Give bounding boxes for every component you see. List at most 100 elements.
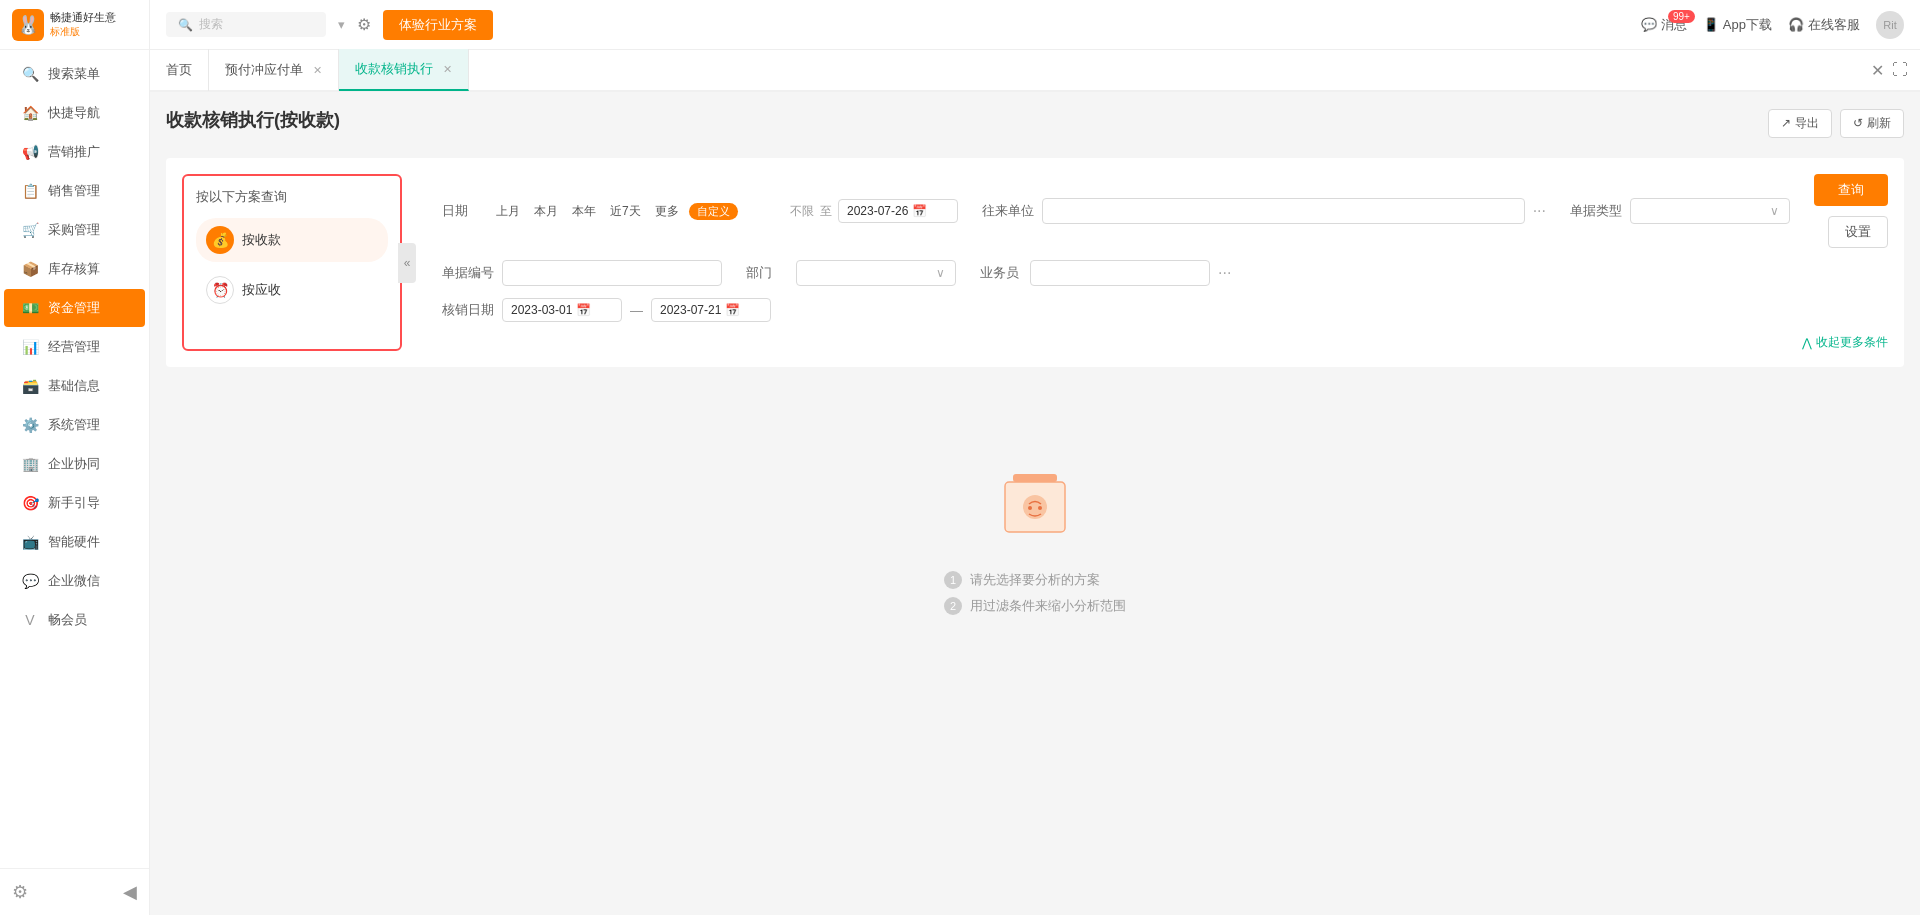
filter-option-by-payable[interactable]: ⏰ 按应收 (196, 268, 388, 312)
sidebar-item-guide[interactable]: 🎯 新手引导 (4, 484, 145, 522)
refresh-button[interactable]: ↺ 刷新 (1840, 109, 1904, 138)
verify-cal-from-icon: 📅 (576, 303, 591, 317)
staff-input[interactable] (1030, 260, 1210, 286)
query-button[interactable]: 查询 (1814, 174, 1888, 206)
collapse-filter-button[interactable]: « (398, 243, 416, 283)
sidebar-item-search[interactable]: 🔍 搜索菜单 (4, 55, 145, 93)
sidebar-item-quick-nav[interactable]: 🏠 快捷导航 (4, 94, 145, 132)
sidebar-item-marketing[interactable]: 📢 营销推广 (4, 133, 145, 171)
export-icon: ↗ (1781, 116, 1791, 130)
sidebar-footer: ⚙ ◀ (0, 868, 149, 915)
inventory-icon: 📦 (20, 261, 40, 277)
empty-tip-1: 1 请先选择要分析的方案 (944, 571, 1126, 589)
svg-rect-1 (1013, 474, 1057, 482)
sidebar-item-hardware[interactable]: 📺 智能硬件 (4, 523, 145, 561)
operation-icon: 📊 (20, 339, 40, 355)
query-settings-group: 查询 设置 (1814, 174, 1888, 248)
date-shortcuts-group: 上月 本月 本年 近7天 更多 自定义 (492, 201, 738, 222)
export-button[interactable]: ↗ 导出 (1768, 109, 1832, 138)
verify-date-from-input[interactable]: 2023-03-01 📅 (502, 298, 622, 322)
this-year-btn[interactable]: 本年 (568, 201, 600, 222)
payable-option-label: 按应收 (242, 281, 281, 299)
search-placeholder: 搜索 (199, 16, 223, 33)
tab-receipt[interactable]: 收款核销执行 ✕ (339, 49, 469, 91)
tab-prepay[interactable]: 预付冲应付单 ✕ (209, 49, 339, 91)
sidebar-item-wechat[interactable]: 💬 企业微信 (4, 562, 145, 600)
guide-icon: 🎯 (20, 495, 40, 511)
empty-state: 1 请先选择要分析的方案 2 用过滤条件来缩小分析范围 (166, 367, 1904, 707)
collapse-sidebar-icon[interactable]: ◀ (123, 881, 137, 903)
collapse-more-button[interactable]: ⋀ 收起更多条件 (1802, 334, 1888, 351)
purchase-icon: 🛒 (20, 222, 40, 238)
sidebar-item-enterprise[interactable]: 🏢 企业协同 (4, 445, 145, 483)
system-icon: ⚙️ (20, 417, 40, 433)
receipt-option-label: 按收款 (242, 231, 281, 249)
app-icon: 📱 (1703, 17, 1719, 32)
sidebar-item-inventory[interactable]: 📦 库存核算 (4, 250, 145, 288)
sidebar-item-operation[interactable]: 📊 经营管理 (4, 328, 145, 366)
export-label: 导出 (1795, 115, 1819, 132)
verify-date-to-input[interactable]: 2023-07-21 📅 (651, 298, 771, 322)
voucher-type-arrow: ∨ (1770, 204, 1779, 218)
staff-dots[interactable]: ··· (1218, 264, 1231, 282)
partner-input[interactable] (1042, 198, 1525, 224)
sidebar-item-base-info[interactable]: 🗃️ 基础信息 (4, 367, 145, 405)
verify-date-label: 核销日期 (442, 301, 494, 319)
solution-button[interactable]: 体验行业方案 (383, 10, 493, 40)
verify-date-from-value: 2023-03-01 (511, 303, 572, 317)
marketing-icon: 📢 (20, 144, 40, 160)
dropdown-icon[interactable]: ▾ (338, 17, 345, 32)
refresh-icon: ↺ (1853, 116, 1863, 130)
sidebar-item-label: 系统管理 (48, 416, 100, 434)
sidebar-item-member[interactable]: V 畅会员 (4, 601, 145, 639)
tip-text-2: 用过滤条件来缩小分析范围 (970, 597, 1126, 615)
voucher-type-select[interactable]: ∨ (1630, 198, 1790, 224)
last-7days-btn[interactable]: 近7天 (606, 201, 645, 222)
date-to-value: 2023-07-26 (847, 204, 908, 218)
partner-dots[interactable]: ··· (1533, 202, 1546, 220)
app-download-link[interactable]: 📱 App下载 (1703, 16, 1772, 34)
sales-icon: 📋 (20, 183, 40, 199)
expand-tab-button[interactable]: ⛶ (1892, 61, 1908, 79)
custom-date-badge[interactable]: 自定义 (689, 203, 738, 220)
collapse-more-icon: ⋀ (1802, 336, 1812, 350)
search-icon: 🔍 (20, 66, 40, 82)
settings-button[interactable]: 设置 (1828, 216, 1888, 248)
sidebar-item-finance[interactable]: 💵 资金管理 (4, 289, 145, 327)
payable-option-icon: ⏰ (206, 276, 234, 304)
sidebar-item-sales[interactable]: 📋 销售管理 (4, 172, 145, 210)
quick-nav-icon: 🏠 (20, 105, 40, 121)
receipt-tab-close-icon[interactable]: ✕ (443, 63, 452, 76)
filter-actions-row: ⋀ 收起更多条件 (442, 334, 1888, 351)
page-toolbar: ↗ 导出 ↺ 刷新 (1768, 109, 1904, 138)
filter-option-by-receipt[interactable]: 💰 按收款 (196, 218, 388, 262)
close-tab-button[interactable]: ✕ (1871, 61, 1884, 80)
collapse-more-label: 收起更多条件 (1816, 334, 1888, 351)
online-service-link[interactable]: 🎧 在线客服 (1788, 16, 1860, 34)
top-header: 🔍 搜索 ▾ ⚙ 体验行业方案 💬 消息 99+ 📱 App下载 🎧 在线客服 (150, 0, 1920, 50)
sidebar-item-label: 采购管理 (48, 221, 100, 239)
gear-icon[interactable]: ⚙ (357, 15, 371, 34)
enterprise-icon: 🏢 (20, 456, 40, 472)
tab-bar-actions: ✕ ⛶ (1871, 61, 1920, 80)
svg-point-3 (1028, 506, 1032, 510)
date-nolimit-group: 不限 至 2023-07-26 📅 (790, 199, 958, 223)
date-to-input[interactable]: 2023-07-26 📅 (838, 199, 958, 223)
prepay-tab-close-icon[interactable]: ✕ (313, 64, 322, 77)
search-box[interactable]: 🔍 搜索 (166, 12, 326, 37)
dept-select[interactable]: ∨ (796, 260, 956, 286)
tab-home[interactable]: 首页 (150, 49, 209, 91)
sidebar-item-purchase[interactable]: 🛒 采购管理 (4, 211, 145, 249)
this-month-btn[interactable]: 本月 (530, 201, 562, 222)
settings-gear-icon[interactable]: ⚙ (12, 881, 28, 903)
filter-panel-title: 按以下方案查询 (196, 188, 388, 206)
message-button[interactable]: 💬 消息 99+ (1641, 16, 1687, 34)
sidebar-item-system[interactable]: ⚙️ 系统管理 (4, 406, 145, 444)
voucher-no-input[interactable] (502, 260, 722, 286)
user-avatar[interactable]: Rit (1876, 11, 1904, 39)
filter-area: 按以下方案查询 💰 按收款 ⏰ 按应收 « 日期 (166, 158, 1904, 367)
more-dates-btn[interactable]: 更多 (651, 201, 683, 222)
receipt-option-icon: 💰 (206, 226, 234, 254)
last-month-btn[interactable]: 上月 (492, 201, 524, 222)
collapse-icon: « (404, 256, 411, 270)
